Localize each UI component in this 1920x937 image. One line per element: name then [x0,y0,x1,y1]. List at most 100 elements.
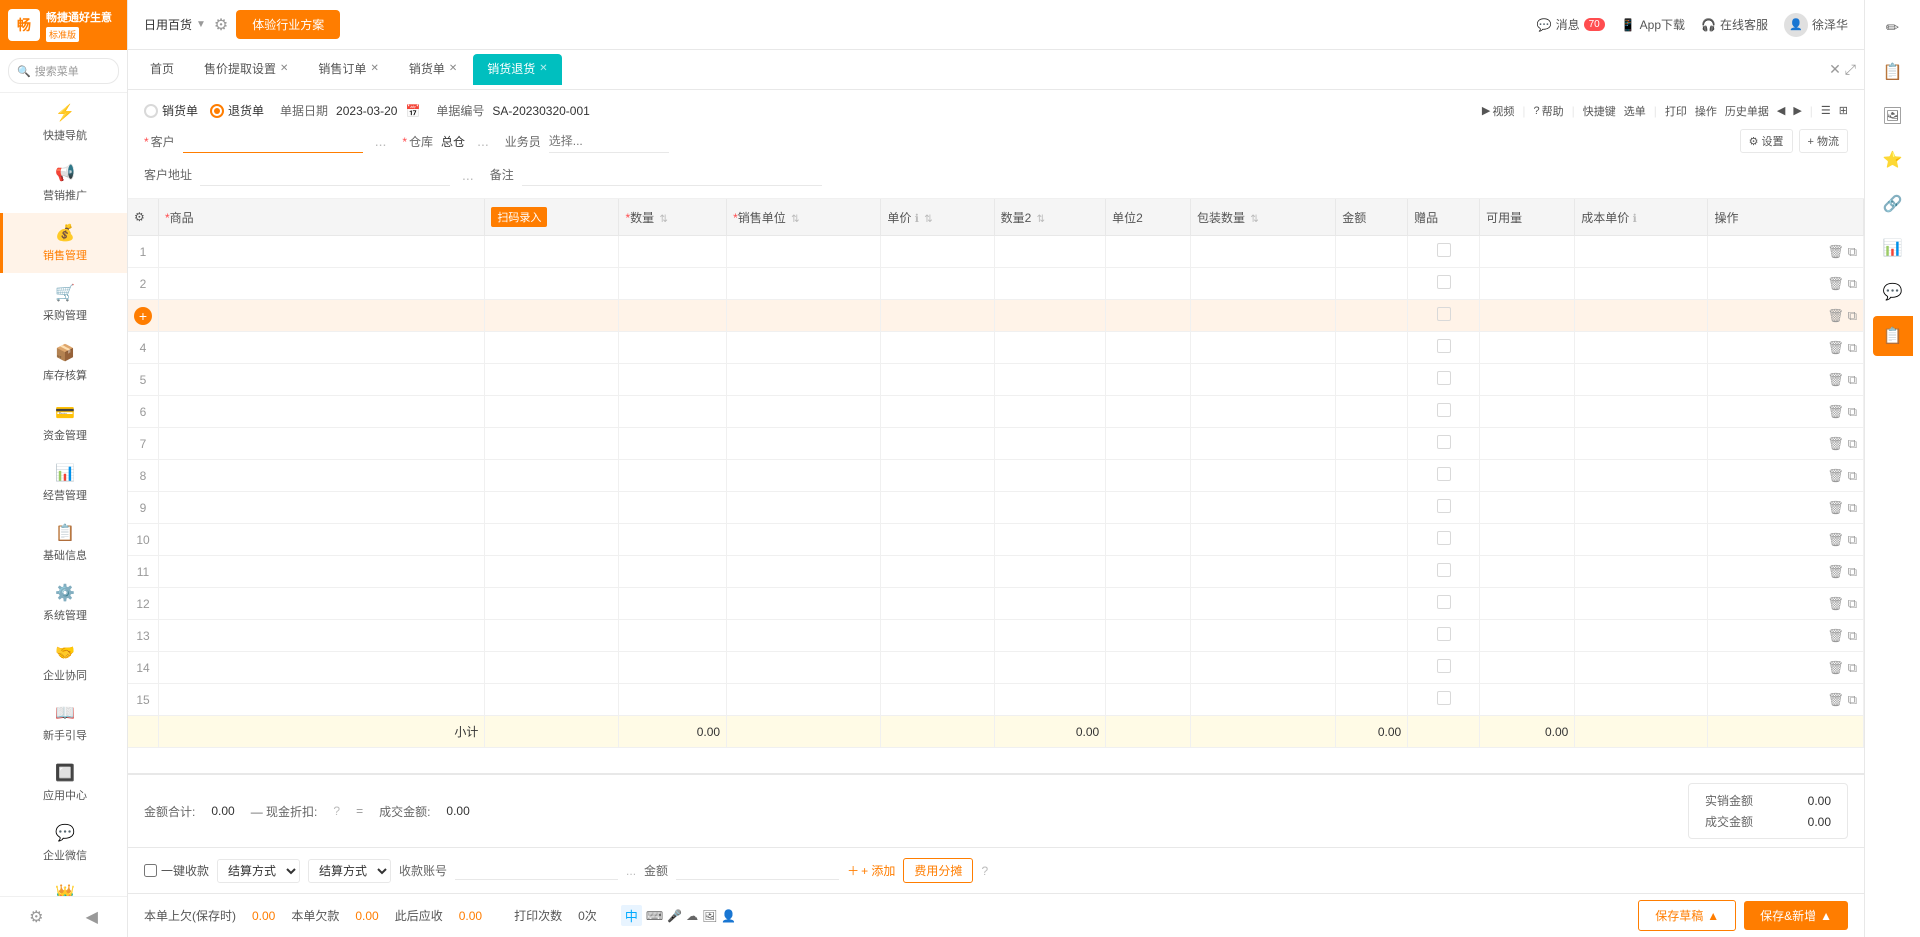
gift-checkbox-8[interactable] [1437,467,1451,481]
sidebar-item-sales[interactable]: 💰 销售管理 [0,213,127,273]
product-cell-4[interactable] [159,332,485,364]
gift-checkbox-10[interactable] [1437,531,1451,545]
sidebar-item-inventory[interactable]: 📦 库存核算 [0,333,127,393]
sidebar-item-wechat[interactable]: 💬 企业微信 [0,813,127,873]
sidebar-item-apps[interactable]: 🔲 应用中心 [0,753,127,813]
sidebar-collapse-button[interactable]: ◀ [86,907,98,927]
gift-checkbox-7[interactable] [1437,435,1451,449]
prev-record-button[interactable]: ◀ [1777,104,1785,117]
product-cell-9[interactable] [159,492,485,524]
sidebar-settings-button[interactable]: ⚙ [29,907,43,927]
product-cell-8[interactable] [159,460,485,492]
gift-checkbox-15[interactable] [1437,691,1451,705]
tab-home[interactable]: 首页 [136,54,188,85]
right-panel-note-btn[interactable]: 📋 [1873,52,1913,92]
topbar-settings-button[interactable]: ⚙ [214,15,228,35]
product-cell-2[interactable] [159,268,485,300]
scan-input-button[interactable]: 扫码录入 [491,207,547,227]
product-cell-10[interactable] [159,524,485,556]
right-panel-chat-btn[interactable]: 💬 [1873,272,1913,312]
quantity-sort-icon[interactable]: ⇅ [659,214,667,225]
gift-checkbox-6[interactable] [1437,403,1451,417]
payment-amount-input[interactable] [676,861,839,880]
delete-row-8[interactable]: 🗑 [1827,468,1844,484]
online-service-button[interactable]: 🎧 在线客服 [1701,16,1768,33]
copy-row-5[interactable]: ⧉ [1848,372,1857,388]
messages-button[interactable]: 💬 消息 70 [1537,16,1605,33]
product-cell-12[interactable] [159,588,485,620]
gift-checkbox-11[interactable] [1437,563,1451,577]
gift-checkbox-3[interactable] [1437,307,1451,321]
copy-row-13[interactable]: ⧉ [1848,628,1857,644]
delete-row-5[interactable]: 🗑 [1827,372,1844,388]
gift-checkbox-1[interactable] [1437,243,1451,257]
radio-sale-delivery[interactable]: 销货单 [144,102,198,119]
customer-dots[interactable]: ... [375,133,387,149]
delete-row-9[interactable]: 🗑 [1827,500,1844,516]
product-cell-3[interactable] [159,300,485,332]
right-panel-active-btn[interactable]: 📋 [1873,316,1913,356]
calendar-icon[interactable]: 📅 [405,104,420,118]
sidebar-item-member[interactable]: 👑 畅会员 [0,873,127,896]
save-draft-button[interactable]: 保存草稿 ▲ [1638,900,1736,931]
delete-row-2[interactable]: 🗑 [1827,276,1844,292]
trial-industry-button[interactable]: 体验行业方案 [236,10,340,39]
delete-row-10[interactable]: 🗑 [1827,532,1844,548]
radio-sale-return[interactable]: 退货单 [210,102,264,119]
sidebar-item-enterprise[interactable]: 🤝 企业协同 [0,633,127,693]
search-menu-button[interactable]: 🔍 搜索菜单 [8,58,119,84]
delete-row-6[interactable]: 🗑 [1827,404,1844,420]
gift-checkbox-4[interactable] [1437,339,1451,353]
select-order-button[interactable]: 选单 [1624,103,1646,119]
video-button[interactable]: ▶ 视频 [1482,103,1514,119]
delete-row-15[interactable]: 🗑 [1827,692,1844,708]
user-profile-button[interactable]: 👤 徐泽华 [1784,13,1848,37]
copy-row-7[interactable]: ⧉ [1848,436,1857,452]
copy-row-8[interactable]: ⧉ [1848,468,1857,484]
product-cell-11[interactable] [159,556,485,588]
copy-row-3[interactable]: ⧉ [1848,308,1857,324]
calc-method-select[interactable]: 结算方式 [308,859,391,883]
right-panel-link-btn[interactable]: 🔗 [1873,184,1913,224]
copy-row-10[interactable]: ⧉ [1848,532,1857,548]
account-dots[interactable]: ... [626,864,636,878]
salesperson-input[interactable] [549,130,669,153]
copy-row-1[interactable]: ⧉ [1848,244,1857,260]
next-record-button[interactable]: ▶ [1793,104,1801,117]
right-panel-chart-btn[interactable]: 📊 [1873,228,1913,268]
shortcut-button[interactable]: 快捷键 [1583,103,1616,119]
unit-price-info-icon[interactable]: ℹ [915,213,919,225]
right-panel-star-btn[interactable]: ⭐ [1873,140,1913,180]
company-dropdown[interactable]: 日用百货 ▼ [144,16,206,33]
tab-close-sale-delivery[interactable]: ✕ [449,63,457,74]
delete-row-13[interactable]: 🗑 [1827,628,1844,644]
one-click-payment-label[interactable]: 一键收款 [144,862,209,879]
fees-help-icon[interactable]: ? [981,864,988,878]
gift-checkbox-9[interactable] [1437,499,1451,513]
product-input-3[interactable] [165,309,478,323]
copy-row-9[interactable]: ⧉ [1848,500,1857,516]
tab-sale-delivery[interactable]: 销货单 ✕ [395,54,471,85]
delete-row-3[interactable]: 🗑 [1827,308,1844,324]
tab-sale-return[interactable]: 销货退货 ✕ [473,54,561,85]
help-button[interactable]: ? 帮助 [1533,103,1563,119]
cash-discount-help-icon[interactable]: ? [333,804,340,818]
grid-view-button[interactable]: ⊞ [1839,104,1848,117]
pack-qty-sort-icon[interactable]: ⇅ [1250,214,1258,225]
copy-row-4[interactable]: ⧉ [1848,340,1857,356]
warehouse-dots[interactable]: ... [477,133,489,149]
gift-checkbox-2[interactable] [1437,275,1451,289]
copy-row-6[interactable]: ⧉ [1848,404,1857,420]
copy-row-15[interactable]: ⧉ [1848,692,1857,708]
print-button[interactable]: 打印 [1665,103,1687,119]
sidebar-item-shortcuts[interactable]: ⚡ 快捷导航 [0,93,127,153]
copy-row-14[interactable]: ⧉ [1848,660,1857,676]
product-cell-13[interactable] [159,620,485,652]
copy-row-12[interactable]: ⧉ [1848,596,1857,612]
tab-close-sale-price[interactable]: ✕ [280,63,288,74]
settlement-method-select[interactable]: 结算方式 [217,859,300,883]
quantity2-sort-icon[interactable]: ⇅ [1037,214,1045,225]
delete-row-14[interactable]: 🗑 [1827,660,1844,676]
sidebar-item-newbie[interactable]: 📖 新手引导 [0,693,127,753]
gift-checkbox-5[interactable] [1437,371,1451,385]
